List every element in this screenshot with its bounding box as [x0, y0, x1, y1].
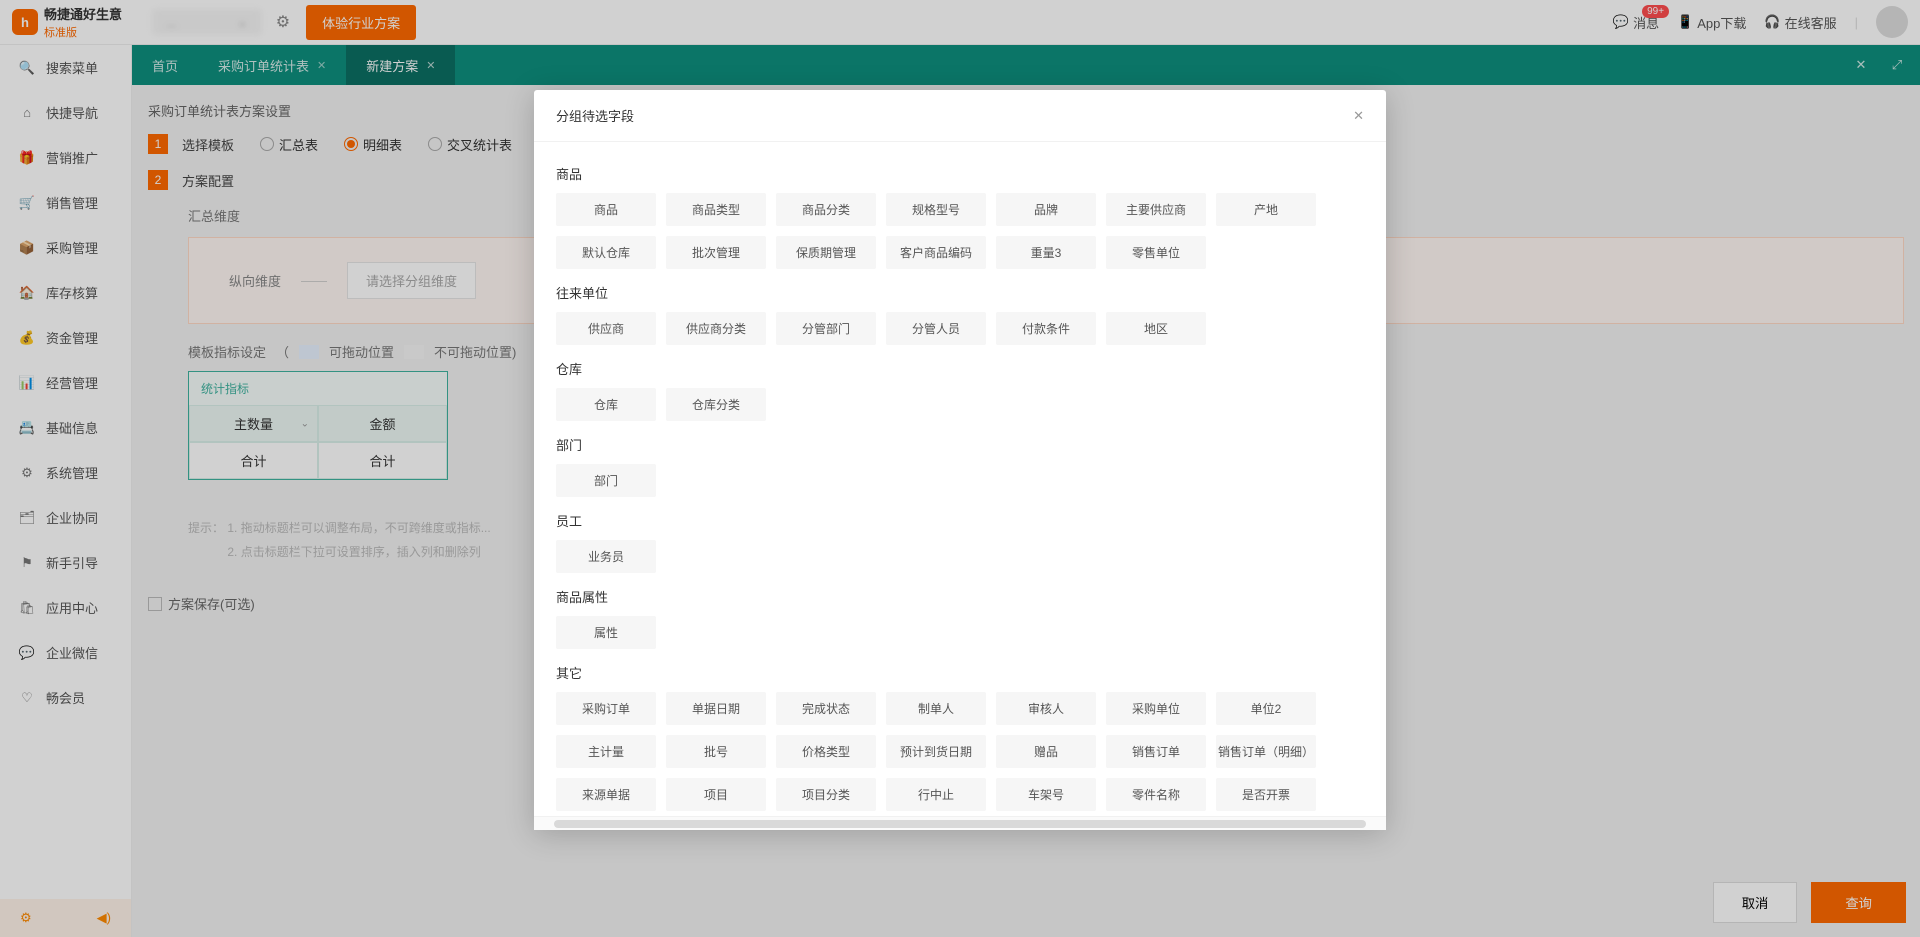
close-icon[interactable]: ✕	[1353, 108, 1364, 124]
field-chip[interactable]: 销售订单	[1106, 735, 1206, 768]
field-chip[interactable]: 单位2	[1216, 692, 1316, 725]
field-chip[interactable]: 部门	[556, 464, 656, 497]
field-chip[interactable]: 审核人	[996, 692, 1096, 725]
modal-title: 分组待选字段	[556, 106, 634, 125]
field-group-title: 员工	[556, 511, 1364, 530]
field-chip[interactable]: 分管部门	[776, 312, 876, 345]
field-chip[interactable]: 产地	[1216, 193, 1316, 226]
field-chip[interactable]: 商品	[556, 193, 656, 226]
field-group-5: 商品属性属性	[556, 587, 1364, 649]
field-chip[interactable]: 商品分类	[776, 193, 876, 226]
field-chip[interactable]: 价格类型	[776, 735, 876, 768]
field-chip[interactable]: 仓库分类	[666, 388, 766, 421]
field-group-4: 员工业务员	[556, 511, 1364, 573]
field-group-title: 部门	[556, 435, 1364, 454]
field-group-3: 部门部门	[556, 435, 1364, 497]
field-chip[interactable]: 零售单位	[1106, 236, 1206, 269]
field-chip[interactable]: 车架号	[996, 778, 1096, 811]
field-group-title: 商品	[556, 164, 1364, 183]
field-chip[interactable]: 零件名称	[1106, 778, 1206, 811]
field-chip[interactable]: 付款条件	[996, 312, 1096, 345]
field-group-6: 其它采购订单单据日期完成状态制单人审核人采购单位单位2 主计量批号价格类型预计到货…	[556, 663, 1364, 811]
field-chip[interactable]: 是否开票	[1216, 778, 1316, 811]
field-chip[interactable]: 主要供应商	[1106, 193, 1206, 226]
field-chip[interactable]: 批次管理	[666, 236, 766, 269]
horizontal-scrollbar[interactable]	[534, 816, 1386, 830]
field-chip[interactable]: 保质期管理	[776, 236, 876, 269]
field-chip[interactable]: 规格型号	[886, 193, 986, 226]
field-chip[interactable]: 单据日期	[666, 692, 766, 725]
modal-mask[interactable]: 分组待选字段 ✕ 商品商品商品类型商品分类规格型号品牌主要供应商产地默认仓库批次…	[0, 0, 1920, 937]
field-group-title: 往来单位	[556, 283, 1364, 302]
field-chip[interactable]: 属性	[556, 616, 656, 649]
field-chip[interactable]: 地区	[1106, 312, 1206, 345]
field-picker-modal: 分组待选字段 ✕ 商品商品商品类型商品分类规格型号品牌主要供应商产地默认仓库批次…	[534, 90, 1386, 830]
field-chip[interactable]: 制单人	[886, 692, 986, 725]
field-chip[interactable]: 品牌	[996, 193, 1096, 226]
field-chip[interactable]: 分管人员	[886, 312, 986, 345]
field-chip[interactable]: 商品类型	[666, 193, 766, 226]
field-chip[interactable]: 预计到货日期	[886, 735, 986, 768]
field-chip[interactable]: 供应商	[556, 312, 656, 345]
field-group-0: 商品商品商品类型商品分类规格型号品牌主要供应商产地默认仓库批次管理保质期管理客户…	[556, 164, 1364, 269]
field-group-2: 仓库仓库仓库分类	[556, 359, 1364, 421]
field-chip[interactable]: 重量3	[996, 236, 1096, 269]
field-chip[interactable]: 业务员	[556, 540, 656, 573]
field-chip[interactable]: 仓库	[556, 388, 656, 421]
field-chip[interactable]: 销售订单（明细）	[1216, 735, 1316, 768]
field-chip[interactable]: 主计量	[556, 735, 656, 768]
field-chip[interactable]: 赠品	[996, 735, 1096, 768]
field-chip[interactable]: 采购订单	[556, 692, 656, 725]
field-chip[interactable]: 采购单位	[1106, 692, 1206, 725]
field-chip[interactable]: 项目	[666, 778, 766, 811]
field-chip[interactable]: 完成状态	[776, 692, 876, 725]
field-group-title: 仓库	[556, 359, 1364, 378]
field-chip[interactable]: 项目分类	[776, 778, 876, 811]
field-group-title: 其它	[556, 663, 1364, 682]
field-chip[interactable]: 行中止	[886, 778, 986, 811]
field-group-1: 往来单位供应商供应商分类分管部门分管人员付款条件地区	[556, 283, 1364, 345]
field-chip[interactable]: 客户商品编码	[886, 236, 986, 269]
field-group-title: 商品属性	[556, 587, 1364, 606]
field-chip[interactable]: 默认仓库	[556, 236, 656, 269]
field-chip[interactable]: 批号	[666, 735, 766, 768]
field-chip[interactable]: 供应商分类	[666, 312, 766, 345]
field-chip[interactable]: 来源单据	[556, 778, 656, 811]
